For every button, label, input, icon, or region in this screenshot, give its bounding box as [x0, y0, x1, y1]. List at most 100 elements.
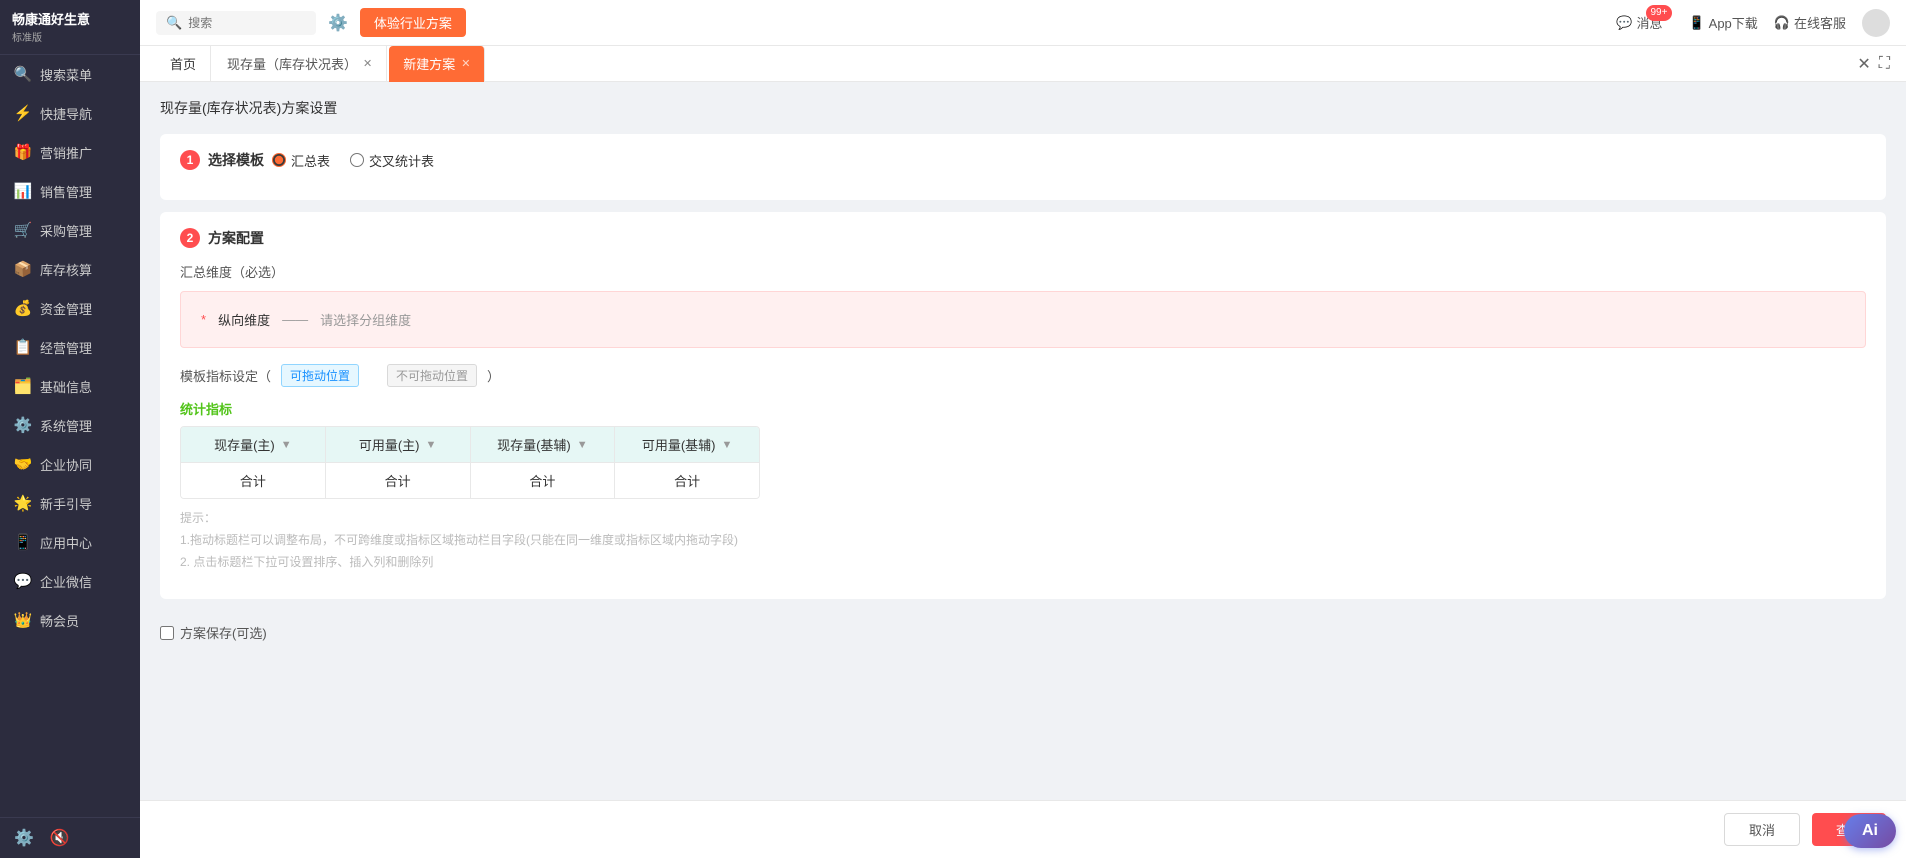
tabbar-actions: ✕ ⛶: [1857, 54, 1890, 74]
messages-badge[interactable]: 💬 消息 99+: [1616, 13, 1662, 32]
expand-button[interactable]: ⛶: [1879, 54, 1890, 74]
tips-section: 提示： 1.拖动标题栏可以调整布局，不可跨维度或指标区域拖动栏目字段(只能在同一…: [180, 499, 1866, 583]
enterprise-icon: 🤝: [14, 455, 32, 473]
stats-section-label: 统计指标: [180, 399, 1866, 418]
sidebar-item-label: 企业协同: [40, 455, 92, 474]
sidebar-item-search[interactable]: 🔍 搜索菜单: [0, 55, 140, 94]
sidebar-item-basic-info[interactable]: 🗂️ 基础信息: [0, 367, 140, 406]
stats-table-header: 现存量(主) ▼ 合计 可用量(主) ▼ 合计: [181, 427, 759, 498]
radio-crosstab-input[interactable]: [350, 153, 364, 167]
step1-section: 1 选择模板 汇总表 交叉统计表: [160, 134, 1886, 200]
tab-new-plan[interactable]: 新建方案 ✕: [389, 46, 485, 82]
stats-col-header-2[interactable]: 现存量(基辅) ▼: [471, 427, 615, 463]
tab-home-label: 首页: [170, 54, 196, 73]
sidebar-item-vip[interactable]: 👑 畅会员: [0, 601, 140, 640]
sidebar-item-label: 销售管理: [40, 182, 92, 201]
indicator-suffix: ）: [487, 366, 500, 385]
step1-header: 1 选择模板 汇总表 交叉统计表: [180, 150, 1866, 170]
stats-col-header-label-2: 现存量(基辅): [497, 435, 571, 454]
search-box[interactable]: 🔍: [156, 11, 316, 35]
sidebar-item-label: 应用中心: [40, 533, 92, 552]
headset-icon: 🎧: [1774, 15, 1790, 31]
sidebar-item-purchase[interactable]: 🛒 采购管理: [0, 211, 140, 250]
system-icon: ⚙️: [14, 416, 32, 434]
sidebar-item-sales[interactable]: 📊 销售管理: [0, 172, 140, 211]
gear-icon[interactable]: ⚙️: [328, 13, 348, 33]
sidebar-item-finance[interactable]: 💰 资金管理: [0, 289, 140, 328]
save-checkbox[interactable]: [160, 626, 174, 640]
step2-section: 2 方案配置 汇总维度（必选） * 纵向维度 —— 请选择分组维度 模板指标设定…: [160, 212, 1886, 599]
avatar[interactable]: [1862, 9, 1890, 37]
ai-float-button[interactable]: Ai: [1844, 814, 1896, 848]
stats-col-header-label-0: 现存量(主): [214, 435, 275, 454]
settings-icon[interactable]: ⚙️: [14, 828, 34, 848]
non-draggable-badge: 不可拖动位置: [387, 364, 477, 387]
radio-summary[interactable]: 汇总表: [272, 151, 330, 170]
messages-count: 99+: [1646, 5, 1673, 21]
sidebar-item-guide[interactable]: 🌟 新手引导: [0, 484, 140, 523]
draggable-badge: 可拖动位置: [281, 364, 359, 387]
dimension-placeholder[interactable]: 请选择分组维度: [320, 310, 411, 329]
sidebar-nav: 🔍 搜索菜单 ⚡ 快捷导航 🎁 营销推广 📊 销售管理 🛒 采购管理 📦 库存核…: [0, 55, 140, 817]
sidebar-item-label: 新手引导: [40, 494, 92, 513]
sidebar-item-label: 经营管理: [40, 338, 92, 357]
sidebar-item-label: 资金管理: [40, 299, 92, 318]
sidebar-item-marketing[interactable]: 🎁 营销推广: [0, 133, 140, 172]
online-service-label: 在线客服: [1794, 13, 1846, 32]
save-label: 方案保存(可选): [180, 623, 267, 642]
stats-col-header-label-1: 可用量(主): [359, 435, 420, 454]
cancel-button[interactable]: 取消: [1724, 813, 1800, 846]
stats-col-body-0: 合计: [181, 463, 325, 498]
sidebar-item-label: 采购管理: [40, 221, 92, 240]
tab-inventory-label: 现存量（库存状况表）: [227, 54, 357, 73]
app-download-link[interactable]: 📱 App下载: [1688, 13, 1757, 32]
sidebar-bottom: ⚙️ 🔇: [0, 817, 140, 858]
main-area: 🔍 ⚙️ 体验行业方案 💬 消息 99+ 📱 App下载 🎧 在线客服 首页: [140, 0, 1906, 858]
tab-new-plan-close[interactable]: ✕: [461, 57, 470, 70]
topbar-right: 💬 消息 99+ 📱 App下载 🎧 在线客服: [1616, 9, 1890, 37]
app-name: 畅康通好生意: [12, 12, 128, 29]
search-input[interactable]: [188, 16, 288, 30]
content-area: 现存量(库存状况表)方案设置 1 选择模板 汇总表 交叉统计表: [140, 82, 1906, 800]
radio-crosstab[interactable]: 交叉统计表: [350, 151, 434, 170]
sidebar-logo: 畅康通好生意 标准版: [0, 0, 140, 55]
industry-plan-button[interactable]: 体验行业方案: [360, 8, 466, 37]
sidebar: 畅康通好生意 标准版 🔍 搜索菜单 ⚡ 快捷导航 🎁 营销推广 📊 销售管理 🛒…: [0, 0, 140, 858]
topbar: 🔍 ⚙️ 体验行业方案 💬 消息 99+ 📱 App下载 🎧 在线客服: [140, 0, 1906, 46]
indicator-label: 模板指标设定（: [180, 366, 271, 385]
tip-item-0: 1.拖动标题栏可以调整布局，不可跨维度或指标区域拖动栏目字段(只能在同一维度或指…: [180, 530, 1866, 552]
app-center-icon: 📱: [14, 533, 32, 551]
sidebar-item-system[interactable]: ⚙️ 系统管理: [0, 406, 140, 445]
radio-summary-label: 汇总表: [291, 151, 330, 170]
tab-home[interactable]: 首页: [156, 46, 211, 82]
sound-icon[interactable]: 🔇: [50, 828, 70, 848]
radio-summary-input[interactable]: [272, 153, 286, 167]
stats-col-body-2: 合计: [471, 463, 615, 498]
sidebar-item-app-center[interactable]: 📱 应用中心: [0, 523, 140, 562]
stats-col-body-3: 合计: [615, 463, 759, 498]
online-service-link[interactable]: 🎧 在线客服: [1774, 13, 1846, 32]
vip-icon: 👑: [14, 611, 32, 629]
tab-inventory-close[interactable]: ✕: [363, 57, 372, 70]
close-panel-button[interactable]: ✕: [1857, 54, 1870, 74]
sidebar-item-enterprise[interactable]: 🤝 企业协同: [0, 445, 140, 484]
footer-actions: 取消 查询: [140, 800, 1906, 858]
sidebar-item-inventory[interactable]: 📦 库存核算: [0, 250, 140, 289]
message-icon: 💬: [1616, 15, 1632, 31]
sidebar-item-wechat[interactable]: 💬 企业微信: [0, 562, 140, 601]
stats-col-header-3[interactable]: 可用量(基辅) ▼: [615, 427, 759, 463]
step1-badge: 1: [180, 150, 200, 170]
app-download-label: App下载: [1709, 13, 1758, 32]
sales-icon: 📊: [14, 182, 32, 200]
dimension-area[interactable]: * 纵向维度 —— 请选择分组维度: [180, 291, 1866, 348]
sidebar-item-operations[interactable]: 📋 经营管理: [0, 328, 140, 367]
stats-col-3: 可用量(基辅) ▼ 合计: [615, 427, 759, 498]
quick-nav-icon: ⚡: [14, 104, 32, 122]
sidebar-item-quick-nav[interactable]: ⚡ 快捷导航: [0, 94, 140, 133]
stats-col-header-0[interactable]: 现存量(主) ▼: [181, 427, 325, 463]
stats-col-header-1[interactable]: 可用量(主) ▼: [326, 427, 470, 463]
tab-inventory-status[interactable]: 现存量（库存状况表） ✕: [213, 46, 387, 82]
step1-title: 选择模板: [208, 150, 264, 170]
save-option: 方案保存(可选): [160, 611, 1886, 654]
step2-header: 2 方案配置: [180, 228, 1866, 248]
